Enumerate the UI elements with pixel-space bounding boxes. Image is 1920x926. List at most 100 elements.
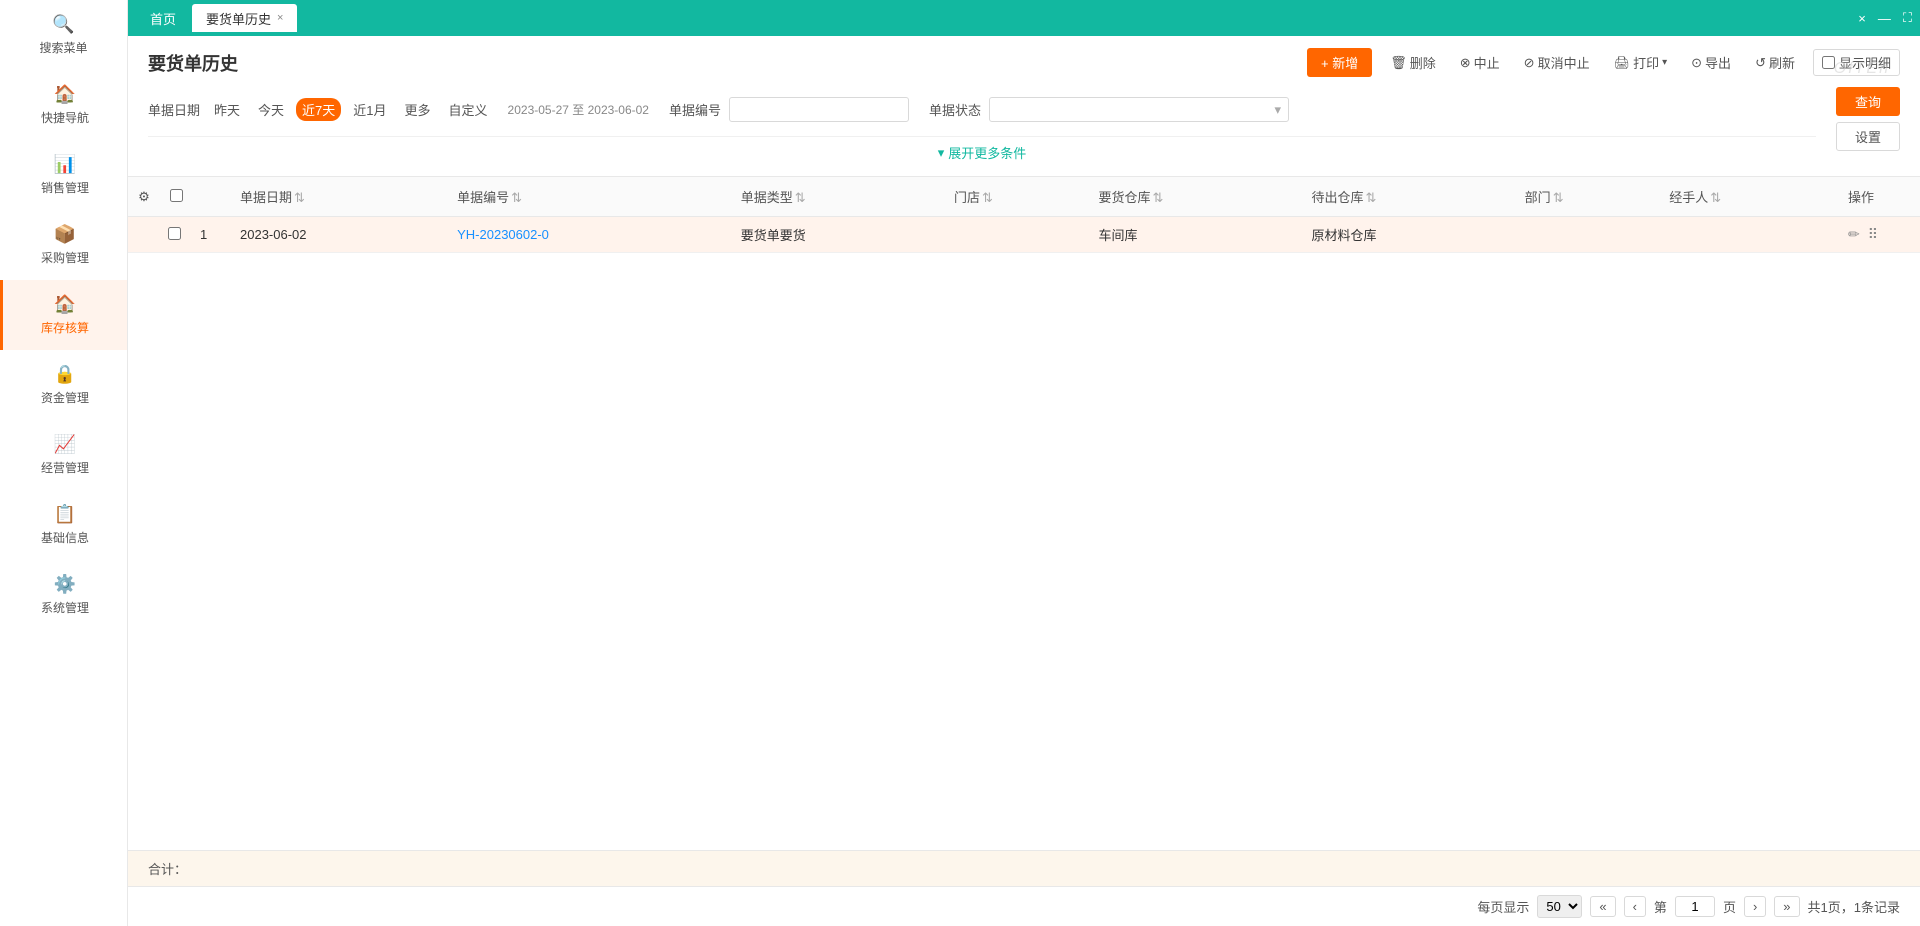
page-size-select[interactable]: 50 — [1537, 895, 1582, 918]
order-no-link[interactable]: YH-20230602-0 — [457, 227, 549, 242]
window-maximize-btn[interactable]: ⛶ — [1903, 10, 1912, 26]
date-filter-label: 单据日期 — [148, 100, 200, 119]
cell-order-no: YH-20230602-0 — [449, 217, 733, 253]
lock-icon: 🔒 — [54, 364, 76, 385]
table-body: 1 2023-06-02 YH-20230602-0 要货单要货 车间库 原材料… — [128, 217, 1920, 253]
print-button[interactable]: 🖨 打印 ▾ — [1608, 49, 1674, 76]
page-number-input[interactable] — [1675, 896, 1715, 917]
expand-more-label: 展开更多条件 — [948, 143, 1026, 162]
edit-action-icon[interactable]: ✏ — [1848, 226, 1860, 243]
col-handler[interactable]: 经手人⇅ — [1661, 177, 1840, 217]
order-no-input[interactable] — [729, 97, 909, 122]
expand-more-button[interactable]: ▾ 展开更多条件 — [148, 136, 1816, 168]
sort-ordertype-icon: ⇅ — [795, 190, 806, 205]
cancel-suspend-button-label: 取消中止 — [1538, 53, 1590, 72]
gear-icon: ⚙️ — [54, 574, 76, 595]
date-option-custom[interactable]: 自定义 — [443, 98, 494, 121]
col-order-no[interactable]: 单据编号⇅ — [449, 177, 733, 217]
box-icon: 📦 — [54, 224, 76, 245]
col-store[interactable]: 门店⇅ — [946, 177, 1091, 217]
date-option-today[interactable]: 今天 — [252, 98, 290, 121]
first-page-btn[interactable]: « — [1590, 896, 1615, 917]
sort-handler-icon: ⇅ — [1710, 190, 1721, 205]
sidebar-item-label: 资金管理 — [41, 389, 89, 406]
col-rownum — [192, 177, 232, 217]
sidebar-item-basic-info[interactable]: 📋 基础信息 — [0, 490, 127, 560]
action-icons: ✏ ⠿ — [1848, 226, 1912, 243]
new-button[interactable]: + 新增 — [1307, 48, 1372, 77]
next-page-btn[interactable]: › — [1744, 896, 1766, 917]
page-suffix: 页 — [1723, 897, 1736, 916]
doc-icon: 📋 — [54, 504, 76, 525]
sidebar-item-quick-nav[interactable]: 🏠 快捷导航 — [0, 70, 127, 140]
date-range-display: 2023-05-27 至 2023-06-02 — [508, 101, 649, 118]
cell-req-warehouse: 车间库 — [1091, 217, 1304, 253]
date-option-1month[interactable]: 近1月 — [347, 98, 392, 121]
tab-bar: 首页 要货单历史 × × — ⛶ — [128, 0, 1920, 36]
delete-icon: 🗑 — [1390, 55, 1407, 71]
col-req-warehouse[interactable]: 要货仓库⇅ — [1091, 177, 1304, 217]
cell-handler — [1661, 217, 1840, 253]
sidebar-item-sys-mgmt[interactable]: ⚙️ 系统管理 — [0, 560, 127, 630]
tab-requisition-history[interactable]: 要货单历史 × — [192, 4, 297, 32]
sidebar-item-label: 基础信息 — [41, 529, 89, 546]
window-close-btn[interactable]: × — [1858, 11, 1866, 26]
status-label: 单据状态 — [929, 100, 981, 119]
pagination: 每页显示 50 « ‹ 第 页 › » 共1页，1条记录 — [128, 886, 1920, 926]
page-title: 要货单历史 — [148, 50, 238, 76]
date-option-more[interactable]: 更多 — [399, 98, 437, 121]
sidebar-item-label: 快捷导航 — [41, 109, 89, 126]
sort-reqwh-icon: ⇅ — [1153, 190, 1164, 205]
prev-page-btn[interactable]: ‹ — [1624, 896, 1646, 917]
refresh-button[interactable]: ↺ 刷新 — [1749, 49, 1801, 76]
sidebar-item-finance-mgmt[interactable]: 🔒 资金管理 — [0, 350, 127, 420]
status-select[interactable] — [989, 97, 1289, 122]
delete-button[interactable]: 🗑 删除 — [1384, 49, 1442, 76]
window-minimize-btn[interactable]: — — [1878, 11, 1891, 26]
home-icon: 🏠 — [54, 84, 76, 105]
query-button[interactable]: 查询 — [1836, 87, 1900, 116]
cancel-suspend-button[interactable]: ⊘ 取消中止 — [1518, 49, 1596, 76]
tab-close-icon[interactable]: × — [277, 12, 283, 24]
cancel-suspend-icon: ⊘ — [1524, 55, 1535, 71]
cell-checkbox — [160, 217, 192, 253]
date-options: 昨天 今天 近7天 近1月 更多 自定义 — [208, 98, 494, 121]
sidebar-item-inventory[interactable]: 🏠 库存核算 — [0, 280, 127, 350]
expand-icon: ▾ — [938, 145, 945, 161]
last-page-btn[interactable]: » — [1774, 896, 1799, 917]
col-dept[interactable]: 部门⇅ — [1517, 177, 1662, 217]
suspend-button[interactable]: ⊗ 中止 — [1454, 49, 1506, 76]
cell-order-type: 要货单要货 — [733, 217, 946, 253]
new-button-label: + 新增 — [1321, 53, 1358, 72]
sidebar-item-label: 销售管理 — [41, 179, 89, 196]
table-footer: 合计： — [128, 850, 1920, 886]
sidebar-item-search-menu[interactable]: 🔍 搜索菜单 — [0, 0, 127, 70]
tab-home[interactable]: 首页 — [136, 4, 190, 32]
print-dropdown-icon: ▾ — [1662, 57, 1667, 68]
sort-date-icon: ⇅ — [294, 190, 305, 205]
sidebar-item-label: 系统管理 — [41, 599, 89, 616]
row-checkbox[interactable] — [168, 227, 181, 240]
settings-button[interactable]: 设置 — [1836, 122, 1900, 151]
col-date[interactable]: 单据日期⇅ — [232, 177, 449, 217]
sort-dept-icon: ⇅ — [1553, 190, 1564, 205]
export-button[interactable]: ⊙ 导出 — [1685, 49, 1737, 76]
col-settings[interactable]: ⚙ — [128, 177, 160, 217]
export-icon: ⊙ — [1691, 55, 1702, 71]
date-option-7days[interactable]: 近7天 — [296, 98, 341, 121]
col-pending-warehouse[interactable]: 待出仓库⇅ — [1303, 177, 1516, 217]
sidebar-item-label: 采购管理 — [41, 249, 89, 266]
select-all-checkbox[interactable] — [170, 189, 183, 202]
sidebar-item-sales-mgmt[interactable]: 📊 销售管理 — [0, 140, 127, 210]
sidebar-item-ops-mgmt[interactable]: 📈 经营管理 — [0, 420, 127, 490]
date-option-yesterday[interactable]: 昨天 — [208, 98, 246, 121]
col-order-type[interactable]: 单据类型⇅ — [733, 177, 946, 217]
order-no-filter-group: 单据编号 — [669, 97, 909, 122]
sidebar-item-purchase-mgmt[interactable]: 📦 采购管理 — [0, 210, 127, 280]
main: 首页 要货单历史 × × — ⛶ 要货单历史 + 新增 🗑 删 — [128, 0, 1920, 926]
brand-logo: OfTEn — [1834, 60, 1890, 78]
export-button-label: 导出 — [1705, 53, 1731, 72]
more-action-icon[interactable]: ⠿ — [1868, 226, 1878, 243]
sidebar-item-label: 库存核算 — [41, 319, 89, 336]
cell-action: ✏ ⠿ — [1840, 217, 1920, 253]
